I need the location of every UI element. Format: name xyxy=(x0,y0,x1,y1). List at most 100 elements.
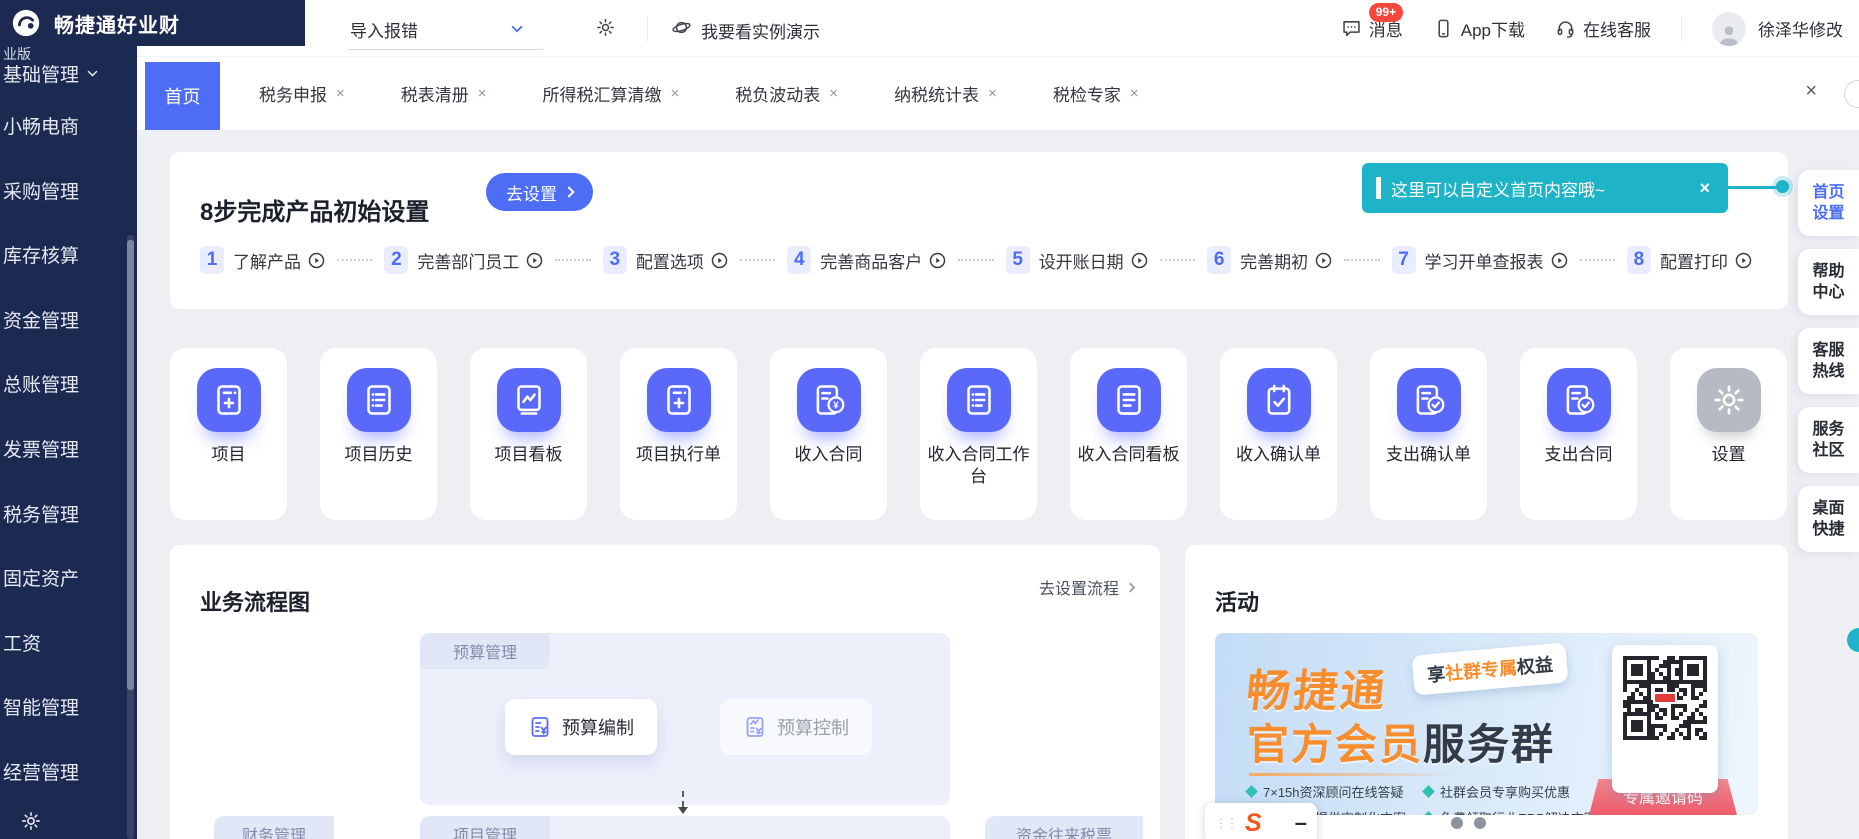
sidebar-item[interactable]: 税务管理 xyxy=(3,500,135,527)
gear-icon xyxy=(1696,368,1761,432)
play-icon[interactable] xyxy=(1551,252,1568,269)
app-card-支出确认单[interactable]: 支出确认单 xyxy=(1370,348,1487,520)
promo-banner[interactable]: 畅捷通 享社群专属权益 官方会员服务群 7×15h资深顾问在线答疑 社群会员专享购… xyxy=(1215,633,1758,815)
sidebar-item[interactable]: 固定资产 xyxy=(3,564,135,591)
app-card-项目[interactable]: 项目 xyxy=(170,348,287,520)
rail-button-服务社区[interactable]: 服务 社区 xyxy=(1798,407,1859,473)
minimize-button[interactable]: – xyxy=(1295,812,1307,834)
budget-control-button[interactable]: 预算控制 xyxy=(720,699,872,755)
tab[interactable]: 纳税统计表 × xyxy=(894,81,997,106)
sidebar-scrollbar[interactable] xyxy=(127,235,134,839)
app-label: 项目 xyxy=(211,445,246,464)
demo-globe-icon[interactable] xyxy=(671,17,692,38)
close-all-tabs-icon[interactable]: × xyxy=(1805,80,1817,103)
app-download-button[interactable]: App下载 xyxy=(1433,16,1525,41)
demo-link[interactable]: 我要看实例演示 xyxy=(701,18,820,43)
tab[interactable]: 所得税汇算清缴 × xyxy=(543,81,680,106)
play-icon[interactable] xyxy=(1131,252,1148,269)
rail-button-帮助中心[interactable]: 帮助 中心 xyxy=(1798,249,1859,315)
setup-step[interactable]: 4 完善商品客户 xyxy=(787,246,946,274)
rail-peek-tab[interactable] xyxy=(1847,628,1859,652)
sidebar-item[interactable]: 采购管理 xyxy=(3,177,135,204)
chat-bubble-icon xyxy=(1343,21,1360,37)
app-card-收入确认单[interactable]: 收入确认单 xyxy=(1220,348,1337,520)
setup-step[interactable]: 6 完善期初 xyxy=(1207,246,1332,274)
app-card-收入合同看板[interactable]: 收入合同看板 xyxy=(1070,348,1187,520)
tab-close-icon[interactable]: × xyxy=(988,85,997,102)
person-icon xyxy=(1719,25,1739,46)
step-number: 5 xyxy=(1005,246,1030,274)
username[interactable]: 徐泽华修改 xyxy=(1758,16,1843,41)
setup-step[interactable]: 7 学习开单查报表 xyxy=(1391,246,1568,274)
chevron-down-icon[interactable] xyxy=(509,21,525,37)
go-setup-button[interactable]: 去设置 xyxy=(486,173,593,211)
app-card-项目执行单[interactable]: 项目执行单 xyxy=(620,348,737,520)
setup-step[interactable]: 1 了解产品 xyxy=(200,246,325,274)
rail-button-桌面快捷[interactable]: 桌面 快捷 xyxy=(1798,486,1859,552)
sidebar-item[interactable]: 工资 xyxy=(3,629,135,656)
app-card-收入合同工作台[interactable]: 收入合同工作台 xyxy=(920,348,1037,520)
play-icon[interactable] xyxy=(929,252,946,269)
tab-close-icon[interactable]: × xyxy=(336,85,345,102)
tooltip-close-icon[interactable]: × xyxy=(1695,178,1714,199)
app-card-收入合同[interactable]: ¥ 收入合同 xyxy=(770,348,887,520)
drag-handle-icon[interactable]: ⋮⋮ xyxy=(1215,816,1238,830)
step-number: 4 xyxy=(787,246,812,274)
play-icon[interactable] xyxy=(1315,252,1332,269)
sidebar-scrollbar-thumb[interactable] xyxy=(127,240,134,690)
sidebar-item[interactable]: 库存核算 xyxy=(3,241,135,268)
tab-label: 税检专家 xyxy=(1052,86,1121,105)
gear-icon[interactable] xyxy=(595,17,616,38)
avatar[interactable] xyxy=(1712,11,1746,46)
app-card-项目历史[interactable]: 项目历史 xyxy=(320,348,437,520)
budget-compile-button[interactable]: 预算编制 xyxy=(505,699,657,755)
step-label: 学习开单查报表 xyxy=(1424,252,1544,272)
setup-step[interactable]: 3 配置选项 xyxy=(602,246,728,274)
carousel-dot[interactable] xyxy=(1451,817,1463,829)
sidebar-settings-gear-icon[interactable] xyxy=(20,810,42,832)
tab-close-icon[interactable]: × xyxy=(1130,85,1139,102)
setup-step[interactable]: 5 设开账日期 xyxy=(1005,246,1148,274)
sidebar-item[interactable]: 经营管理 xyxy=(3,758,135,785)
play-icon[interactable] xyxy=(711,252,728,269)
tab[interactable]: 税表清册 × xyxy=(401,81,487,106)
app-card-支出合同[interactable]: 支出合同 xyxy=(1520,348,1637,520)
tab-home[interactable]: 首页 xyxy=(145,62,220,130)
tabbar-overflow-button[interactable] xyxy=(1844,80,1859,108)
setup-step[interactable]: 8 配置打印 xyxy=(1626,246,1752,274)
go-setup-flow-link[interactable]: 去设置流程 xyxy=(1039,575,1136,599)
tab-bar: 首页 税务申报 × 税表清册 × 所得税汇算清缴 × 税负波动表 × 纳税统计表 × 税检专家 × × xyxy=(137,57,1859,130)
play-icon[interactable] xyxy=(1735,252,1752,269)
tab-close-icon[interactable]: × xyxy=(671,85,680,102)
sidebar-item[interactable]: 资金管理 xyxy=(3,306,135,333)
sidebar-item[interactable]: 总账管理 xyxy=(3,370,135,397)
setup-step[interactable]: 2 完善部门员工 xyxy=(384,246,543,274)
play-icon[interactable] xyxy=(526,252,543,269)
tab-close-icon[interactable]: × xyxy=(829,85,838,102)
app-label: 设置 xyxy=(1711,445,1746,464)
sidebar-item[interactable]: 智能管理 xyxy=(3,693,135,720)
qr-code[interactable] xyxy=(1612,645,1718,793)
step-number: 8 xyxy=(1626,246,1651,274)
nav-dropdown[interactable]: 导入报错 xyxy=(350,17,418,42)
funds-tax-panel-label: 资金往来税票 xyxy=(985,816,1143,839)
tab[interactable]: 税检专家 × xyxy=(1053,81,1139,106)
tab[interactable]: 税负波动表 × xyxy=(735,81,838,106)
tab[interactable]: 税务申报 × xyxy=(259,81,345,106)
app-card-项目看板[interactable]: 项目看板 xyxy=(470,348,587,520)
sidebar-item-top-partial[interactable]: 基础管理 xyxy=(3,60,99,87)
sidebar: 业版 基础管理 小畅电商 采购管理 库存核算 资金管理 总账管理 发票管理 税务管理 固定资产… xyxy=(0,0,137,839)
tab-close-icon[interactable]: × xyxy=(478,85,487,102)
floating-assistant-widget[interactable]: ⋮⋮ S – xyxy=(1205,803,1317,839)
play-icon[interactable] xyxy=(308,252,325,269)
sidebar-item[interactable]: 发票管理 xyxy=(3,435,135,462)
rail-button-首页设置[interactable]: 首页 设置 xyxy=(1798,170,1859,236)
sidebar-item[interactable]: 小畅电商 xyxy=(3,112,135,139)
online-service-button[interactable]: 在线客服 xyxy=(1555,16,1651,41)
app-card-设置[interactable]: 设置 xyxy=(1670,348,1787,520)
messages-button[interactable]: 消息 99+ xyxy=(1341,3,1404,41)
carousel-dot[interactable] xyxy=(1474,817,1486,829)
rail-button-客服热线[interactable]: 客服 热线 xyxy=(1798,328,1859,394)
activity-card: 活动 畅捷通 享社群专属权益 官方会员服务群 7×15h资深顾问在线答疑 社群会员… xyxy=(1185,545,1788,839)
banner-headline: 官方会员服务群 xyxy=(1247,721,1556,768)
